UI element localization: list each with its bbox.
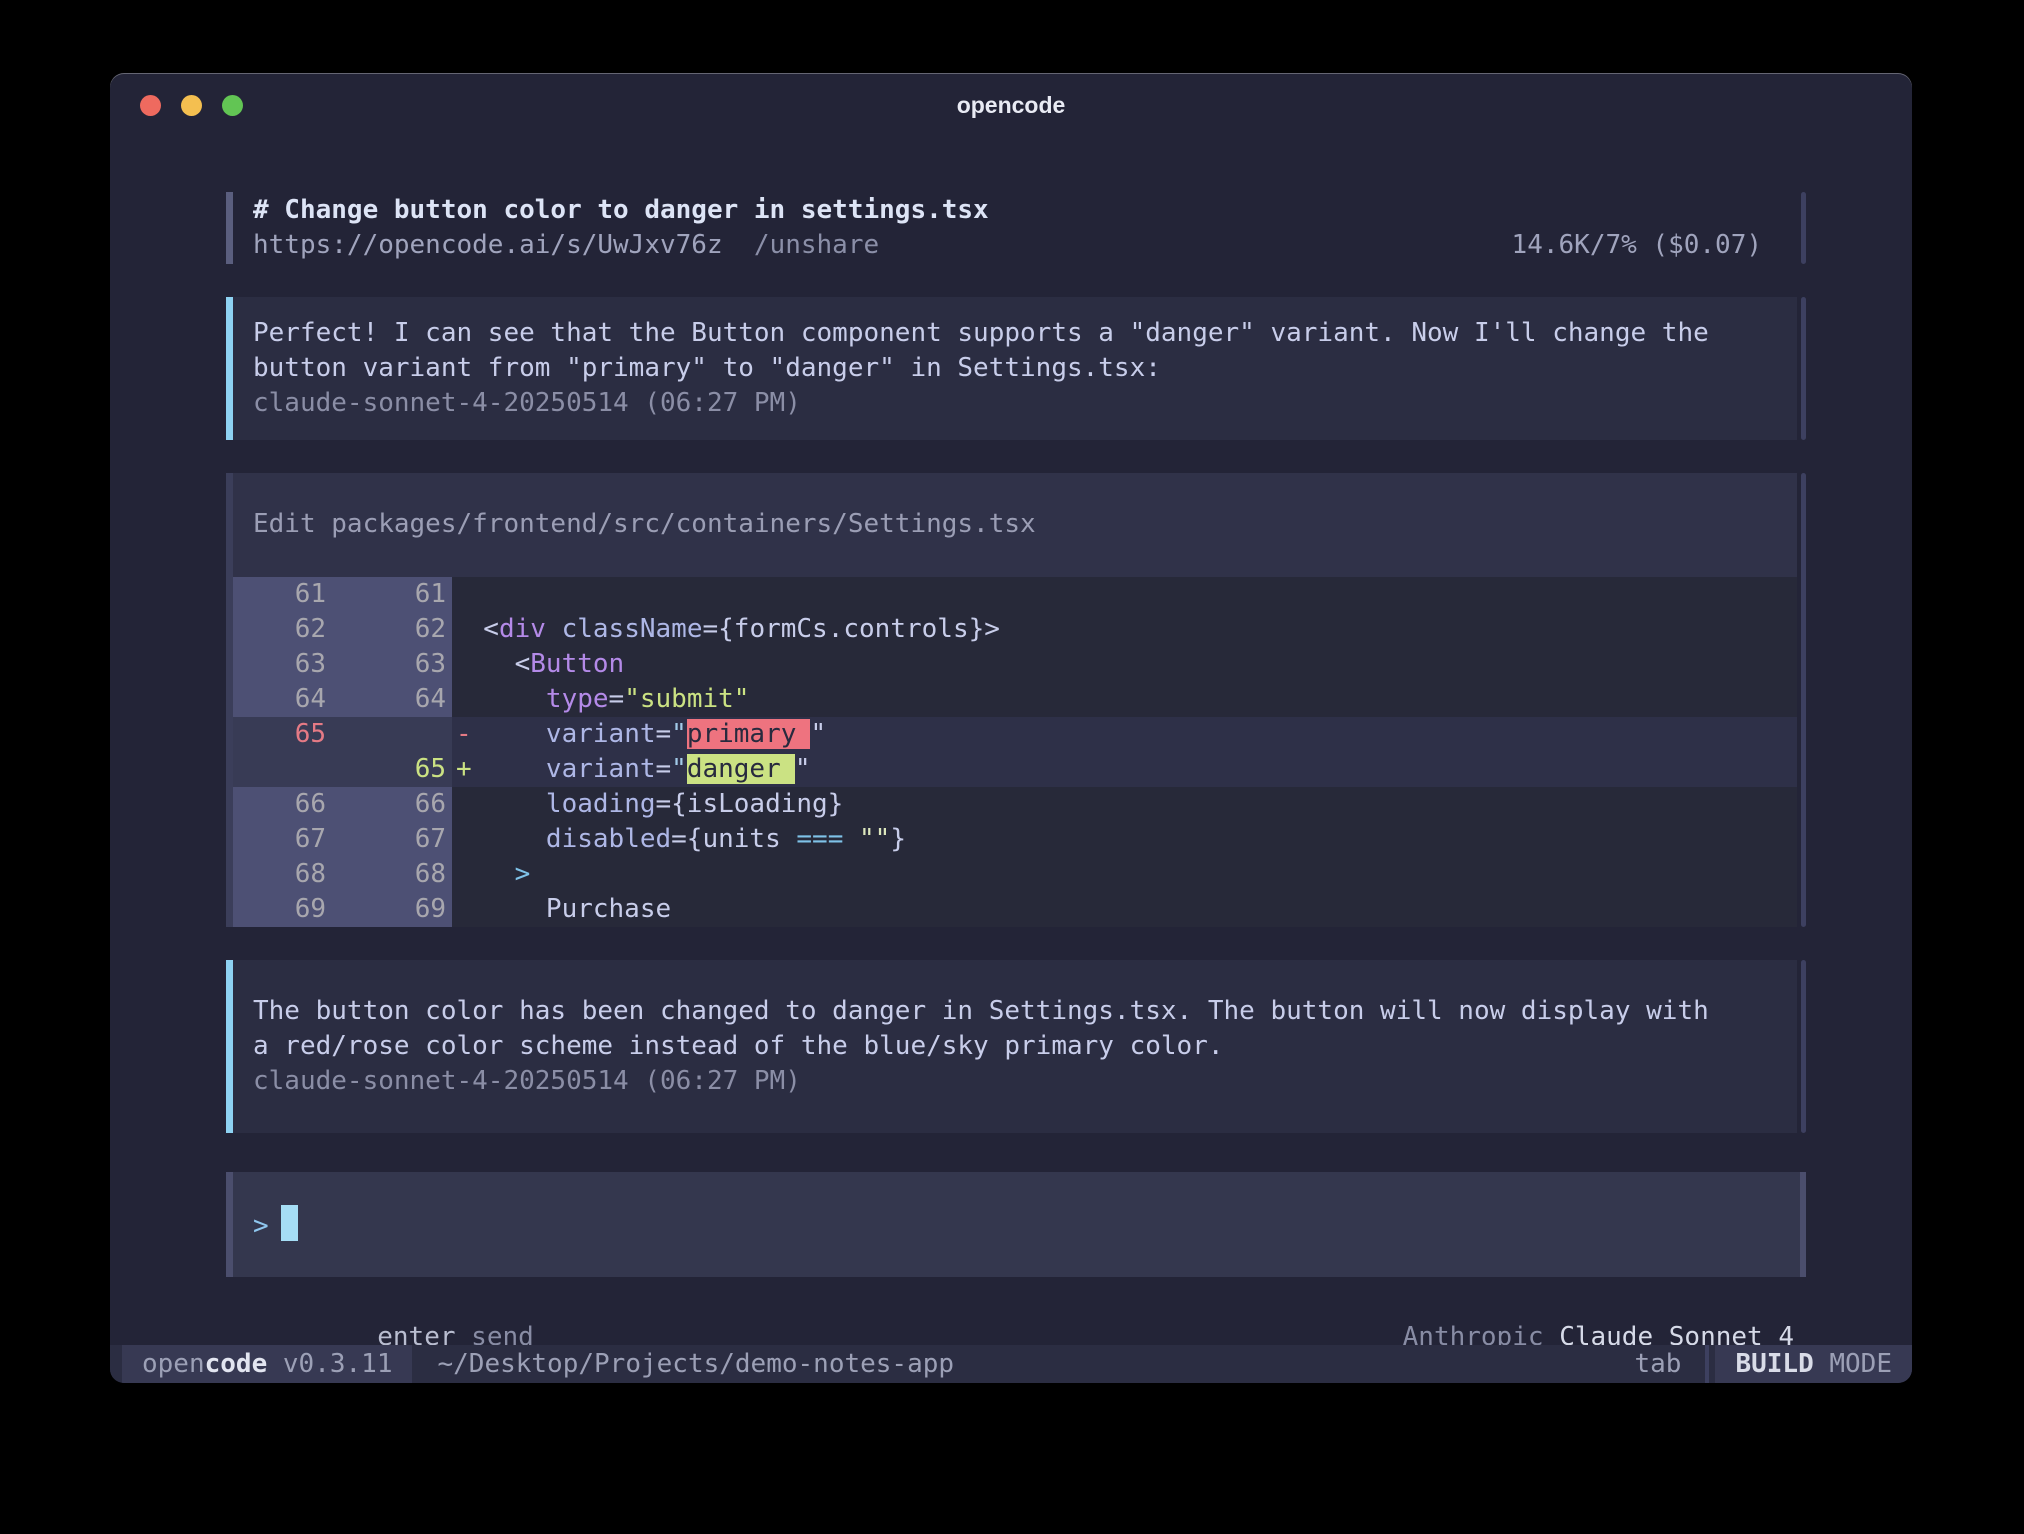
message-meta: claude-sonnet-4-20250514 (06:27 PM) [253,1064,1797,1099]
mode-suffix: MODE [1829,1347,1892,1382]
brand-chip: opencode v0.3.11 [122,1345,412,1383]
session-title: # Change button color to danger in setti… [253,193,1762,228]
diff-code-line: loading={isLoading} [452,787,1797,822]
diff-row: 6464 type="submit" [233,682,1797,717]
diff-new-line-number: 64 [326,682,446,717]
brand-suffix: code [205,1347,268,1382]
diff-code-line: Purchase [452,892,1797,927]
diff-row: 6969 Purchase [233,892,1797,927]
session-header: # Change button color to danger in setti… [226,192,1806,264]
diff-row: 6363 <Button [233,647,1797,682]
diff-old-line-number: 65 [233,717,326,752]
traffic-lights [140,73,243,137]
token-usage: 14.6K/7% ($0.07) [1512,228,1762,263]
zoom-button[interactable] [222,95,243,116]
diff-new-line-number: 63 [326,647,446,682]
message-text: Perfect! I can see that the Button compo… [253,316,1797,386]
block-right-border [1801,297,1806,440]
diff-old-line-number [233,752,326,787]
diff-row: 6767 disabled={units === ""} [233,822,1797,857]
mode-chip: BUILD MODE [1715,1345,1912,1383]
prompt-symbol: > [253,1211,269,1241]
diff-old-line-number: 63 [233,647,326,682]
diff-old-line-number: 64 [233,682,326,717]
diff-view: 61616262 <div className={formCs.controls… [233,577,1797,927]
block-right-border [1801,192,1806,264]
diff-new-line-number: 67 [326,822,446,857]
diff-code-line: <Button [452,647,1797,682]
titlebar: opencode [110,73,1912,137]
message-line: a red/rose color scheme instead of the b… [253,1029,1797,1064]
session-content: # Change button color to danger in setti… [110,192,1912,1383]
mode-name: BUILD [1735,1347,1829,1382]
diff-row: 6666 loading={isLoading} [233,787,1797,822]
diff-old-line-number: 68 [233,857,326,892]
assistant-message: Perfect! I can see that the Button compo… [226,297,1806,440]
close-button[interactable] [140,95,161,116]
minimize-button[interactable] [181,95,202,116]
edit-tool-block: Edit packages/frontend/src/containers/Se… [226,473,1806,927]
diff-new-line-number: 65 [326,752,446,787]
status-bar: opencode v0.3.11 ~/Desktop/Projects/demo… [110,1345,1912,1383]
diff-removed-sign: - [456,717,472,752]
block-right-border [1801,473,1806,927]
unshare-command[interactable]: /unshare [754,228,879,263]
diff-old-line-number: 67 [233,822,326,857]
status-divider [1705,1345,1709,1383]
text-cursor [281,1205,298,1241]
message-text: The button color has been changed to dan… [253,994,1797,1064]
prompt-input-row: > [226,1172,1806,1277]
diff-code-line: disabled={units === ""} [452,822,1797,857]
diff-old-line-number: 69 [233,892,326,927]
diff-new-line-number: 69 [326,892,446,927]
share-url[interactable]: https://opencode.ai/s/UwJxv76z [253,228,723,263]
version-label: v0.3.11 [267,1347,392,1382]
diff-row: 6868 > [233,857,1797,892]
diff-added-sign: + [456,752,472,787]
message-line: button variant from "primary" to "danger… [253,351,1797,386]
diff-code-line [452,577,1797,612]
project-path: ~/Desktop/Projects/demo-notes-app [437,1347,954,1382]
brand-prefix: open [142,1347,205,1382]
diff-old-line-number: 66 [233,787,326,822]
opencode-window: opencode # Change button color to danger… [110,73,1912,1383]
tab-key-hint: tab [1634,1347,1681,1382]
diff-new-line-number [326,717,446,752]
diff-row: 65 - variant="primary" [233,717,1797,752]
diff-row: 65+ variant="danger" [233,752,1797,787]
diff-new-line-number: 62 [326,612,446,647]
message-line: The button color has been changed to dan… [253,994,1797,1029]
diff-old-line-number: 62 [233,612,326,647]
diff-old-line-number: 61 [233,577,326,612]
diff-code-line: - variant="primary" [452,717,1797,752]
diff-code-line: type="submit" [452,682,1797,717]
diff-new-line-number: 61 [326,577,446,612]
block-right-border [1801,960,1806,1133]
diff-new-line-number: 66 [326,787,446,822]
diff-code-line: > [452,857,1797,892]
prompt-input[interactable]: > [226,1172,1806,1277]
edit-tool-title: Edit packages/frontend/src/containers/Se… [233,473,1797,577]
diff-row: 6161 [233,577,1797,612]
diff-row: 6262 <div className={formCs.controls}> [233,612,1797,647]
message-meta: claude-sonnet-4-20250514 (06:27 PM) [253,386,1797,421]
diff-new-line-number: 68 [326,857,446,892]
diff-code-line: <div className={formCs.controls}> [452,612,1797,647]
message-line: Perfect! I can see that the Button compo… [253,316,1797,351]
assistant-message: The button color has been changed to dan… [226,960,1806,1133]
diff-code-line: + variant="danger" [452,752,1797,787]
window-title: opencode [957,88,1066,123]
